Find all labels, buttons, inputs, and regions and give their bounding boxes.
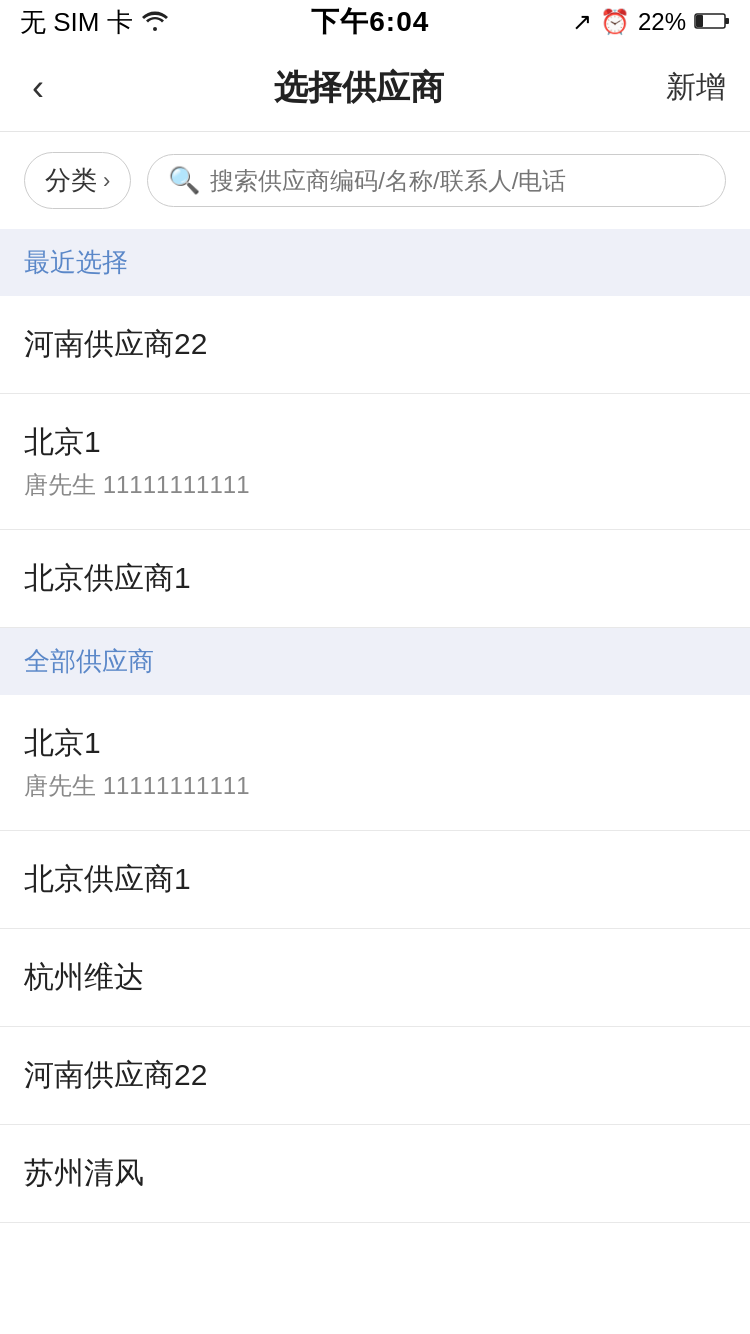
recent-items-list: 河南供应商22 北京1 唐先生 11111111111 北京供应商1	[0, 296, 750, 628]
all-section-header: 全部供应商	[0, 628, 750, 695]
chevron-right-icon: ›	[103, 168, 110, 194]
status-right: ↗ ⏰ 22%	[572, 8, 730, 36]
sim-status: 无 SIM 卡	[20, 5, 133, 40]
item-name: 北京供应商1	[24, 859, 726, 900]
svg-rect-2	[725, 18, 729, 24]
recent-section-header: 最近选择	[0, 229, 750, 296]
category-filter[interactable]: 分类 ›	[24, 152, 131, 209]
search-input[interactable]	[210, 167, 705, 195]
item-sub: 唐先生 11111111111	[24, 469, 726, 501]
category-label: 分类	[45, 163, 97, 198]
battery-icon	[694, 8, 730, 36]
list-item[interactable]: 河南供应商22	[0, 296, 750, 394]
filter-bar: 分类 › 🔍	[0, 132, 750, 229]
alarm-icon: ⏰	[600, 8, 630, 36]
list-item[interactable]: 北京1 唐先生 11111111111	[0, 695, 750, 831]
status-left: 无 SIM 卡	[20, 5, 169, 40]
location-icon: ↗	[572, 8, 592, 36]
item-sub: 唐先生 11111111111	[24, 770, 726, 802]
list-item[interactable]: 北京1 唐先生 11111111111	[0, 394, 750, 530]
nav-bar: ‹ 选择供应商 新增	[0, 44, 750, 132]
wifi-icon	[141, 7, 169, 38]
list-item[interactable]: 北京供应商1	[0, 831, 750, 929]
item-name: 杭州维达	[24, 957, 726, 998]
item-name: 河南供应商22	[24, 324, 726, 365]
list-item[interactable]: 河南供应商22	[0, 1027, 750, 1125]
item-name: 北京1	[24, 723, 726, 764]
status-bar: 无 SIM 卡 下午6:04 ↗ ⏰ 22%	[0, 0, 750, 44]
item-name: 北京1	[24, 422, 726, 463]
list-item[interactable]: 北京供应商1	[0, 530, 750, 628]
list-item[interactable]: 杭州维达	[0, 929, 750, 1027]
status-time: 下午6:04	[311, 3, 429, 41]
item-name: 河南供应商22	[24, 1055, 726, 1096]
search-box[interactable]: 🔍	[147, 154, 726, 207]
item-name: 北京供应商1	[24, 558, 726, 599]
page-title: 选择供应商	[274, 65, 444, 111]
back-button[interactable]: ‹	[24, 62, 52, 114]
search-icon: 🔍	[168, 165, 200, 196]
item-name: 苏州清风	[24, 1153, 726, 1194]
svg-rect-1	[696, 15, 703, 27]
all-items-list: 北京1 唐先生 11111111111 北京供应商1 杭州维达河南供应商22 苏州清风	[0, 695, 750, 1223]
add-button[interactable]: 新增	[666, 67, 726, 108]
battery-percent: 22%	[638, 8, 686, 36]
list-item[interactable]: 苏州清风	[0, 1125, 750, 1223]
